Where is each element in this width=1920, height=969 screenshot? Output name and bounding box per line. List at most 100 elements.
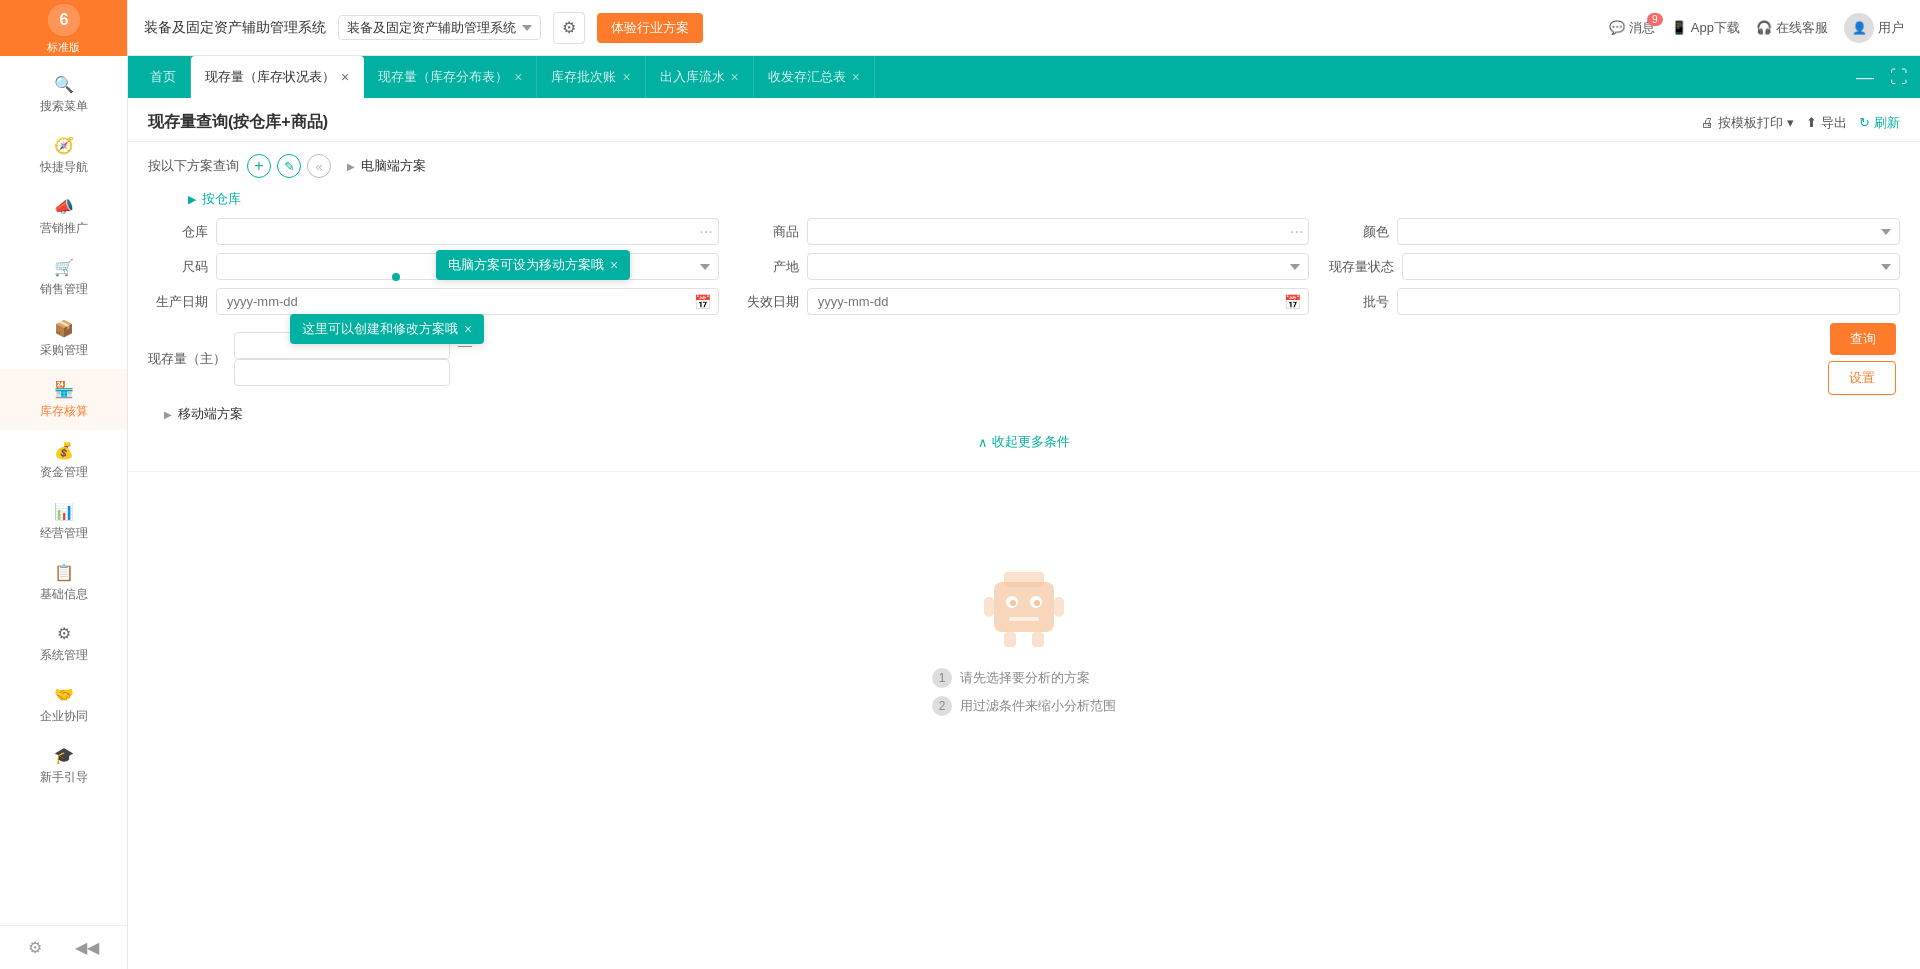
edit-scheme-button[interactable]: ✎	[277, 154, 301, 178]
goods-input[interactable]	[807, 218, 1310, 245]
empty-state: 1 请先选择要分析的方案 2 用过滤条件来缩小分析范围	[128, 472, 1920, 796]
sidebar-item-quicknav[interactable]: 🧭 快捷导航	[0, 125, 127, 186]
tab-inout[interactable]: 出入库流水 ×	[646, 56, 754, 98]
expire-date-calendar-icon[interactable]: 📅	[1284, 294, 1301, 310]
refresh-button[interactable]: ↻ 刷新	[1859, 114, 1900, 132]
tab-inout-close[interactable]: ×	[731, 70, 739, 84]
top-header: 装备及固定资产辅助管理系统 装备及固定资产辅助管理系统 ⚙ 体验行业方案 💬 消…	[128, 0, 1920, 56]
tip-text-1: 请先选择要分析的方案	[960, 669, 1090, 687]
sidebar-item-purchase[interactable]: 📦 采购管理	[0, 308, 127, 369]
megaphone-icon: 📣	[54, 196, 74, 216]
collapse-button[interactable]: ∧ 收起更多条件	[148, 425, 1900, 459]
filter-row-3: 生产日期 📅 失效日期 📅 批号	[148, 288, 1900, 315]
sidebar: 6 标准版 🔍 搜索菜单 🧭 快捷导航 📣 营销推广 🛒 销售管理 📦 采购管理…	[0, 0, 128, 969]
sub-scheme-area: ▶ 按仓库	[148, 188, 1900, 210]
industry-button[interactable]: 体验行业方案	[597, 13, 703, 43]
sidebar-item-finance[interactable]: 💰 资金管理	[0, 430, 127, 491]
tip-num-2: 2	[932, 696, 952, 716]
logo-icon: 6	[46, 2, 82, 38]
print-label: 按模板打印	[1718, 114, 1783, 132]
sidebar-item-enterprise[interactable]: 🤝 企业协同	[0, 674, 127, 735]
print-dropdown-icon[interactable]: ▾	[1787, 115, 1794, 130]
app-subtitle: 标准版	[47, 40, 80, 55]
svg-point-6	[1010, 600, 1016, 606]
warehouse-dots-icon[interactable]: ···	[699, 223, 712, 241]
expire-date-input-wrap: 📅	[807, 288, 1310, 315]
sidebar-item-sales[interactable]: 🛒 销售管理	[0, 247, 127, 308]
tab-home-label: 首页	[150, 68, 176, 86]
filter-label: 按以下方案查询	[148, 157, 239, 175]
app-download-button[interactable]: 📱 App下载	[1671, 19, 1740, 37]
add-scheme-button[interactable]: +	[247, 154, 271, 178]
app-download-label: App下载	[1691, 19, 1740, 37]
reset-button[interactable]: 设置	[1828, 361, 1896, 395]
svg-rect-9	[984, 597, 994, 617]
sidebar-item-guide[interactable]: 🎓 新手引导	[0, 735, 127, 796]
tab-summary[interactable]: 收发存汇总表 ×	[754, 56, 875, 98]
origin-select[interactable]	[807, 253, 1310, 280]
goods-dots-icon[interactable]: ···	[1290, 223, 1303, 241]
tab-stock-status[interactable]: 现存量（库存状况表） ×	[191, 56, 364, 98]
mobile-scheme-area: ▶ 移动端方案	[148, 403, 1900, 425]
sidebar-item-inventory[interactable]: 🏪 库存核算	[0, 369, 127, 430]
header-right: 💬 消息 9 📱 App下载 🎧 在线客服 👤 用户	[1609, 13, 1904, 43]
tab-home[interactable]: 首页	[136, 56, 191, 98]
export-icon: ⬆	[1806, 115, 1817, 130]
print-icon: 🖨	[1701, 115, 1714, 130]
tab-stock-dist[interactable]: 现存量（库存分布表） ×	[364, 56, 537, 98]
back-scheme-button[interactable]: «	[307, 154, 331, 178]
color-label: 颜色	[1329, 223, 1389, 241]
gear-button[interactable]: ⚙	[553, 12, 585, 44]
svg-rect-10	[1054, 597, 1064, 617]
guide-icon: 🎓	[54, 745, 74, 765]
tab-batch[interactable]: 库存批次账 ×	[537, 56, 645, 98]
empty-tip-2: 2 用过滤条件来缩小分析范围	[932, 696, 1116, 716]
stock-main-label: 现存量（主）	[148, 350, 226, 368]
collapse-sidebar-icon[interactable]: ◀◀	[75, 938, 99, 957]
stock-main-end-input[interactable]	[234, 359, 450, 386]
svg-rect-2	[994, 582, 1054, 632]
color-select[interactable]	[1397, 218, 1900, 245]
tab-maximize-button[interactable]: ⛶	[1886, 67, 1912, 88]
collapse-icon: ∧	[978, 435, 988, 450]
stock-status-select[interactable]	[1402, 253, 1900, 280]
warehouse-input-wrap: ···	[216, 218, 719, 245]
tab-stock-dist-close[interactable]: ×	[514, 70, 522, 84]
tab-summary-close[interactable]: ×	[852, 70, 860, 84]
empty-tips: 1 请先选择要分析的方案 2 用过滤条件来缩小分析范围	[932, 668, 1116, 716]
scheme-item-warehousegoods[interactable]: ▶ 按仓库	[188, 188, 1900, 210]
produce-date-calendar-icon[interactable]: 📅	[694, 294, 711, 310]
system-select[interactable]: 装备及固定资产辅助管理系统	[338, 15, 541, 40]
sidebar-item-marketing[interactable]: 📣 营销推广	[0, 186, 127, 247]
user-button[interactable]: 👤 用户	[1844, 13, 1904, 43]
online-support-button[interactable]: 🎧 在线客服	[1756, 19, 1828, 37]
warehouse-field: 仓库 ···	[148, 218, 719, 245]
tab-minimize-button[interactable]: —	[1852, 67, 1878, 88]
search-button[interactable]: 查询	[1830, 323, 1896, 355]
sidebar-item-basic[interactable]: 📋 基础信息	[0, 552, 127, 613]
page-title-bar: 现存量查询(按仓库+商品) 🖨 按模板打印 ▾ ⬆ 导出 ↻ 刷新	[128, 98, 1920, 142]
print-button[interactable]: 🖨 按模板打印 ▾	[1701, 114, 1794, 132]
sidebar-item-management[interactable]: 📊 经营管理	[0, 491, 127, 552]
produce-date-label: 生产日期	[148, 293, 208, 311]
tip-num-1: 1	[932, 668, 952, 688]
batch-input[interactable]	[1397, 288, 1900, 315]
tab-stock-status-close[interactable]: ×	[341, 70, 349, 84]
warehouse-input[interactable]	[216, 218, 719, 245]
user-label: 用户	[1878, 19, 1904, 37]
message-button[interactable]: 💬 消息 9	[1609, 19, 1655, 37]
scheme-desktop[interactable]: ▶ 电脑端方案	[347, 155, 426, 177]
tooltip1-close[interactable]: ×	[610, 257, 618, 273]
app-logo: 6 标准版	[0, 0, 127, 56]
expire-date-input[interactable]	[807, 288, 1310, 315]
produce-date-input[interactable]	[216, 288, 719, 315]
settings-icon[interactable]: ⚙	[28, 938, 42, 957]
sidebar-item-system[interactable]: ⚙ 系统管理	[0, 613, 127, 674]
export-button[interactable]: ⬆ 导出	[1806, 114, 1847, 132]
scheme-mobile[interactable]: ▶ 移动端方案	[164, 403, 1900, 425]
tab-batch-close[interactable]: ×	[622, 70, 630, 84]
sidebar-item-search[interactable]: 🔍 搜索菜单	[0, 64, 127, 125]
online-support-label: 在线客服	[1776, 19, 1828, 37]
filter-buttons: + ✎ «	[247, 154, 331, 178]
tooltip2-close[interactable]: ×	[464, 321, 472, 337]
